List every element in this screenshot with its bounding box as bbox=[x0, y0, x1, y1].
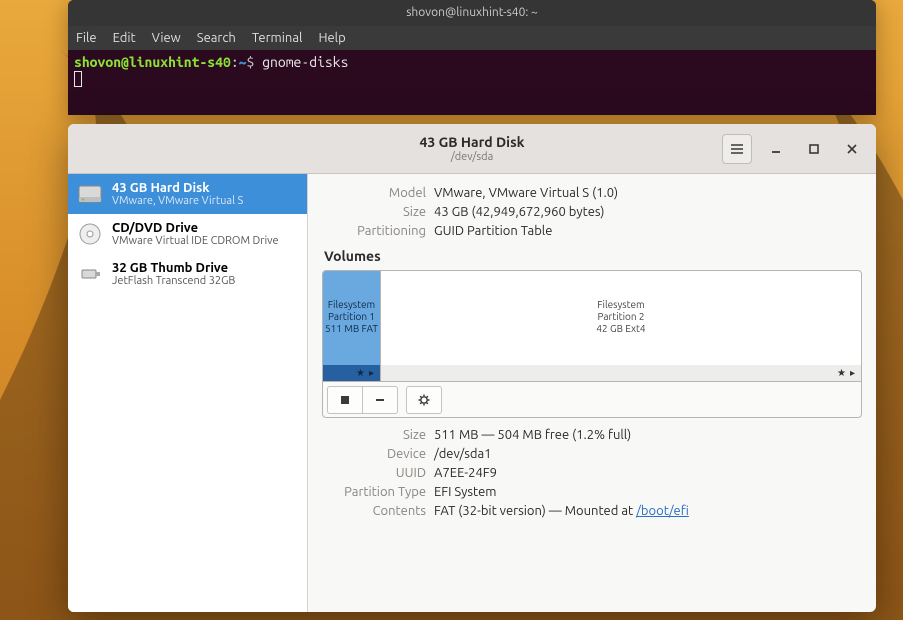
volume-fs-label: Filesystem bbox=[381, 299, 861, 311]
device-sidebar: 43 GB Hard Disk VMware, VMware Virtual S… bbox=[68, 174, 308, 612]
value-vol-size: 511 MB — 504 MB free (1.2% full) bbox=[434, 428, 631, 442]
main-content: ModelVMware, VMware Virtual S (1.0) Size… bbox=[308, 174, 876, 612]
menu-file[interactable]: File bbox=[76, 31, 97, 45]
gnome-disks-window: 43 GB Hard Disk /dev/sda bbox=[68, 124, 876, 612]
disks-headerbar: 43 GB Hard Disk /dev/sda bbox=[68, 124, 876, 174]
device-item-cdrom[interactable]: CD/DVD Drive VMware Virtual IDE CDROM Dr… bbox=[68, 214, 307, 254]
hdd-icon bbox=[76, 180, 104, 208]
value-vol-contents: FAT (32-bit version) — Mounted at /boot/… bbox=[434, 504, 689, 518]
hamburger-menu-button[interactable] bbox=[722, 134, 752, 164]
terminal-body[interactable]: shovon@linuxhint-s40:~$ gnome-disks bbox=[68, 50, 876, 91]
value-vol-ptype: EFI System bbox=[434, 485, 496, 499]
label-size: Size bbox=[322, 205, 434, 219]
prompt-dollar: $ bbox=[247, 54, 255, 70]
maximize-button[interactable] bbox=[800, 135, 828, 163]
label-vol-ptype: Partition Type bbox=[322, 485, 434, 499]
menu-terminal[interactable]: Terminal bbox=[252, 31, 303, 45]
device-item-usb[interactable]: 32 GB Thumb Drive JetFlash Transcend 32G… bbox=[68, 254, 307, 294]
prompt-colon: : bbox=[231, 54, 239, 70]
mountpoint-link[interactable]: /boot/efi bbox=[636, 504, 689, 518]
prompt-path: ~ bbox=[239, 54, 247, 70]
device-title: 32 GB Thumb Drive bbox=[112, 261, 235, 275]
device-title: 43 GB Hard Disk bbox=[112, 181, 243, 195]
volume-size-label: 42 GB Ext4 bbox=[381, 323, 861, 335]
label-vol-size: Size bbox=[322, 428, 434, 442]
device-subtitle: VMware, VMware Virtual S bbox=[112, 195, 243, 207]
terminal-cursor bbox=[74, 71, 82, 87]
minimize-button[interactable] bbox=[762, 135, 790, 163]
star-icon: ★ bbox=[837, 367, 846, 379]
menu-help[interactable]: Help bbox=[318, 31, 345, 45]
stop-icon bbox=[339, 394, 351, 406]
label-partitioning: Partitioning bbox=[322, 224, 434, 238]
label-vol-contents: Contents bbox=[322, 504, 434, 518]
label-vol-device: Device bbox=[322, 447, 434, 461]
contents-text: FAT (32-bit version) — Mounted at bbox=[434, 504, 636, 518]
value-size: 43 GB (42,949,672,960 bytes) bbox=[434, 205, 604, 219]
maximize-icon bbox=[808, 143, 820, 155]
terminal-window: shovon@linuxhint-s40: ~ File Edit View S… bbox=[68, 0, 876, 115]
volumes-heading: Volumes bbox=[324, 248, 862, 264]
minimize-icon bbox=[770, 143, 782, 155]
close-icon bbox=[846, 143, 858, 155]
delete-partition-button[interactable] bbox=[362, 386, 398, 414]
menu-view[interactable]: View bbox=[152, 31, 181, 45]
star-icon: ★ bbox=[356, 367, 365, 379]
volume-toolbar bbox=[322, 382, 862, 418]
usb-icon bbox=[76, 260, 104, 288]
label-model: Model bbox=[322, 186, 434, 200]
volume-size-label: 511 MB FAT bbox=[323, 323, 380, 335]
volume-options-button[interactable] bbox=[406, 386, 442, 414]
device-subtitle: VMware Virtual IDE CDROM Drive bbox=[112, 235, 279, 247]
volumes-strip: Filesystem Partition 1 511 MB FAT ★ ▸ Fi… bbox=[322, 270, 862, 382]
menu-edit[interactable]: Edit bbox=[113, 31, 136, 45]
prompt-user: shovon@linuxhint-s40 bbox=[74, 54, 231, 70]
value-vol-uuid: A7EE-24F9 bbox=[434, 466, 497, 480]
terminal-command: gnome-disks bbox=[262, 54, 348, 70]
volume-partition-2[interactable]: Filesystem Partition 2 42 GB Ext4 ★ ▸ bbox=[381, 271, 861, 381]
device-title: CD/DVD Drive bbox=[112, 221, 279, 235]
play-icon: ▸ bbox=[850, 367, 855, 379]
volume-fs-label: Filesystem bbox=[323, 299, 380, 311]
hamburger-icon bbox=[730, 142, 744, 156]
volume-partition-1[interactable]: Filesystem Partition 1 511 MB FAT ★ ▸ bbox=[323, 271, 381, 381]
unmount-button[interactable] bbox=[327, 386, 363, 414]
device-subtitle: JetFlash Transcend 32GB bbox=[112, 275, 235, 287]
device-item-hdd[interactable]: 43 GB Hard Disk VMware, VMware Virtual S bbox=[68, 174, 307, 214]
label-vol-uuid: UUID bbox=[322, 466, 434, 480]
volume-partition-label: Partition 1 bbox=[323, 311, 380, 323]
gear-icon bbox=[417, 393, 431, 407]
value-model: VMware, VMware Virtual S (1.0) bbox=[434, 186, 618, 200]
terminal-titlebar: shovon@linuxhint-s40: ~ bbox=[68, 0, 876, 26]
volume-partition-label: Partition 2 bbox=[381, 311, 861, 323]
cd-icon bbox=[76, 220, 104, 248]
minus-icon bbox=[374, 394, 386, 406]
menu-search[interactable]: Search bbox=[197, 31, 236, 45]
terminal-menubar: File Edit View Search Terminal Help bbox=[68, 26, 876, 50]
close-button[interactable] bbox=[838, 135, 866, 163]
value-partitioning: GUID Partition Table bbox=[434, 224, 552, 238]
value-vol-device: /dev/sda1 bbox=[434, 447, 492, 461]
play-icon: ▸ bbox=[369, 367, 374, 379]
